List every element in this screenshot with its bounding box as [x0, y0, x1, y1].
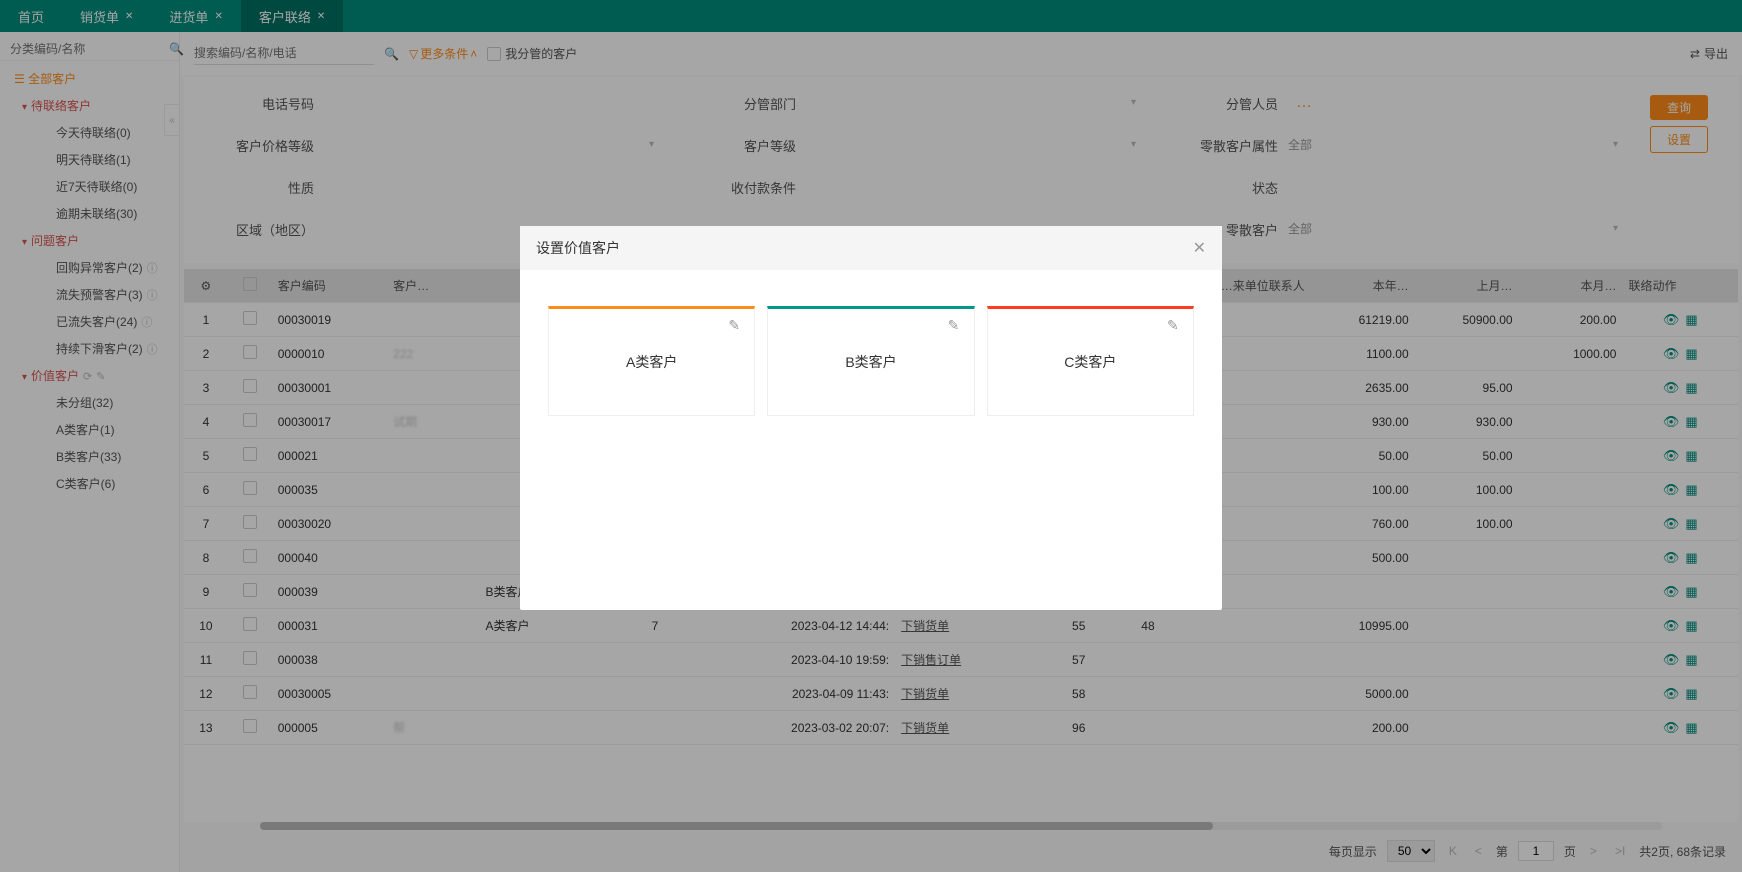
value-card-a[interactable]: ✎ A类客户	[548, 306, 755, 416]
value-customer-modal: 设置价值客户 ✕ ✎ A类客户 ✎ B类客户 ✎ C类客户	[520, 226, 1222, 610]
card-label: A类客户	[626, 352, 677, 372]
close-icon[interactable]: ✕	[1193, 238, 1206, 258]
edit-icon[interactable]: ✎	[1167, 317, 1183, 333]
value-card-b[interactable]: ✎ B类客户	[767, 306, 974, 416]
edit-icon[interactable]: ✎	[728, 317, 744, 333]
card-label: C类客户	[1064, 352, 1116, 372]
edit-icon[interactable]: ✎	[948, 317, 964, 333]
modal-title: 设置价值客户	[536, 238, 620, 258]
modal-overlay[interactable]: 设置价值客户 ✕ ✎ A类客户 ✎ B类客户 ✎ C类客户	[0, 0, 1742, 872]
value-card-c[interactable]: ✎ C类客户	[987, 306, 1194, 416]
card-label: B类客户	[845, 352, 896, 372]
